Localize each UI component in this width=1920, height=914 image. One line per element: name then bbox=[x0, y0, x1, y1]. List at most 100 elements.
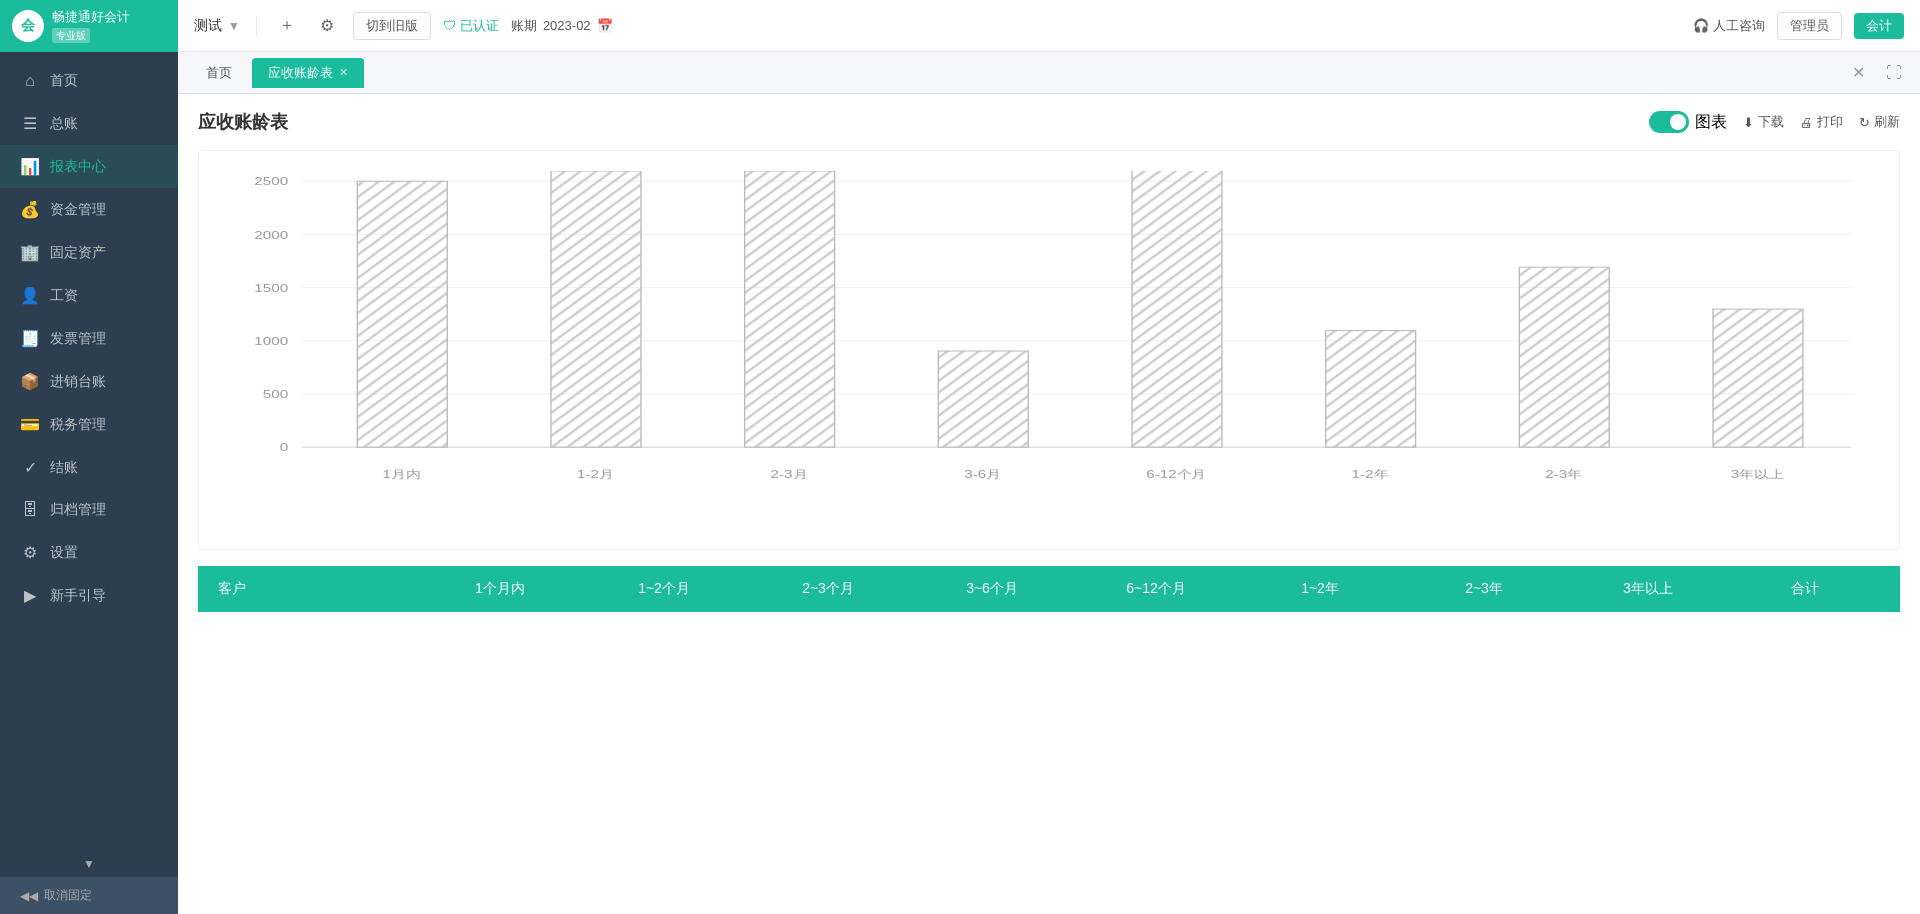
sidebar-scroll-down[interactable]: ▼ bbox=[0, 851, 178, 877]
table-header-5: 6~12个月 bbox=[1074, 580, 1238, 598]
switch-old-version-button[interactable]: 切到旧版 bbox=[353, 12, 431, 40]
svg-text:1-2月: 1-2月 bbox=[577, 468, 614, 481]
close-panel-button[interactable]: ✕ bbox=[1844, 59, 1872, 87]
bar-chart-svg: 0 500 1000 1500 2000 2500 bbox=[219, 171, 1879, 529]
page-content: 应收账龄表 图表 ⬇ 下载 🖨 打印 ↻ bbox=[178, 94, 1920, 914]
tab-close-icon[interactable]: ✕ bbox=[339, 66, 348, 79]
nav-icon-guide: ▶ bbox=[20, 586, 40, 605]
table-header-row: 客户1个月内1~2个月2~3个月3~6个月6~12个月1~2年2~3年3年以上合… bbox=[198, 566, 1900, 612]
sidebar-item-settings[interactable]: ⚙设置 bbox=[0, 531, 178, 574]
sidebar-logo: 会 畅捷通好会计 专业版 bbox=[0, 0, 178, 52]
calendar-icon[interactable]: 📅 bbox=[597, 18, 613, 33]
tabs-right-actions: ✕ ⛶ bbox=[1844, 59, 1908, 87]
shield-icon: 🛡 bbox=[443, 18, 456, 33]
sidebar-item-assets[interactable]: 🏢固定资产 bbox=[0, 231, 178, 274]
download-button[interactable]: ⬇ 下载 bbox=[1743, 113, 1784, 131]
consulting-button[interactable]: 🎧 人工咨询 bbox=[1693, 17, 1765, 35]
sidebar-item-tax[interactable]: 💳税务管理 bbox=[0, 403, 178, 446]
nav-label-settings: 设置 bbox=[50, 544, 78, 562]
workspace-chevron-icon: ▼ bbox=[228, 19, 240, 33]
nav-icon-home: ⌂ bbox=[20, 72, 40, 90]
nav-label-ledger: 总账 bbox=[50, 115, 78, 133]
svg-text:3-6月: 3-6月 bbox=[964, 468, 1001, 481]
table-header-3: 2~3个月 bbox=[746, 580, 910, 598]
tab-aging[interactable]: 应收账龄表 ✕ bbox=[252, 58, 364, 88]
table-header-1: 1个月内 bbox=[418, 580, 582, 598]
page-actions: 图表 ⬇ 下载 🖨 打印 ↻ 刷新 bbox=[1649, 111, 1900, 133]
sidebar-item-invoice[interactable]: 🧾发票管理 bbox=[0, 317, 178, 360]
header-divider-1 bbox=[256, 16, 257, 36]
bar-2-3年 bbox=[1519, 267, 1609, 447]
role-button[interactable]: 会计 bbox=[1854, 13, 1904, 39]
nav-label-home: 首页 bbox=[50, 72, 78, 90]
chart-toggle-area: 图表 bbox=[1649, 111, 1727, 133]
table-header-6: 1~2年 bbox=[1238, 580, 1402, 598]
chart-container: 0 500 1000 1500 2000 2500 bbox=[198, 150, 1900, 550]
cancel-fixed-button[interactable]: ◀◀ 取消固定 bbox=[0, 877, 178, 914]
sidebar-nav: ⌂首页☰总账📊报表中心💰资金管理🏢固定资产👤工资🧾发票管理📦进销台账💳税务管理✓… bbox=[0, 52, 178, 851]
workspace-name: 测试 bbox=[194, 17, 222, 35]
svg-text:6-12个月: 6-12个月 bbox=[1146, 468, 1206, 481]
nav-label-settle: 结账 bbox=[50, 459, 78, 477]
bar-1-2月 bbox=[551, 171, 641, 447]
svg-text:1-2年: 1-2年 bbox=[1352, 468, 1389, 481]
bar-6-12月 bbox=[1132, 171, 1222, 447]
nav-icon-reports: 📊 bbox=[20, 157, 40, 176]
workspace-selector[interactable]: 测试 ▼ bbox=[194, 17, 240, 35]
sidebar: 会 畅捷通好会计 专业版 ⌂ 首页 ☰ 总账 📊报表中心 💰 资金管理 🏢固定资产 👤 工资 🧾发票… bbox=[0, 0, 178, 914]
print-button[interactable]: 🖨 打印 bbox=[1800, 113, 1843, 131]
user-button[interactable]: 管理员 bbox=[1777, 12, 1842, 40]
nav-icon-wages: 👤 bbox=[20, 286, 40, 305]
sidebar-item-wages[interactable]: 👤 工资 bbox=[0, 274, 178, 317]
nav-label-capital: 资金管理 bbox=[50, 201, 106, 219]
page-header: 应收账龄表 图表 ⬇ 下载 🖨 打印 ↻ bbox=[198, 110, 1900, 134]
nav-icon-settle: ✓ bbox=[20, 458, 40, 477]
chart-toggle-switch[interactable] bbox=[1649, 111, 1689, 133]
nav-label-tax: 税务管理 bbox=[50, 416, 106, 434]
content-area: 应收账龄表 图表 ⬇ 下载 🖨 打印 ↻ bbox=[178, 94, 1920, 914]
nav-icon-inventory: 📦 bbox=[20, 372, 40, 391]
tabs-bar: 首页 应收账龄表 ✕ ✕ ⛶ bbox=[178, 52, 1920, 94]
sidebar-item-settle[interactable]: ✓ 结账 bbox=[0, 446, 178, 489]
period-value: 2023-02 bbox=[543, 18, 591, 33]
table-header-2: 1~2个月 bbox=[582, 580, 746, 598]
logo-icon: 会 bbox=[12, 10, 44, 42]
settings-button[interactable]: ⚙ bbox=[313, 12, 341, 40]
headset-icon: 🎧 bbox=[1693, 18, 1709, 33]
svg-text:0: 0 bbox=[280, 441, 288, 454]
svg-text:2-3年: 2-3年 bbox=[1545, 468, 1582, 481]
sidebar-item-ledger[interactable]: ☰ 总账 bbox=[0, 102, 178, 145]
bar-3年以上 bbox=[1713, 309, 1803, 447]
sidebar-item-guide[interactable]: ▶新手引导 bbox=[0, 574, 178, 617]
refresh-button[interactable]: ↻ 刷新 bbox=[1859, 113, 1900, 131]
sidebar-item-home[interactable]: ⌂ 首页 bbox=[0, 60, 178, 102]
toggle-label: 图表 bbox=[1695, 112, 1727, 133]
svg-text:2-3月: 2-3月 bbox=[771, 468, 808, 481]
nav-icon-archive: 🗄 bbox=[20, 501, 40, 519]
table-header-9: 合计 bbox=[1730, 580, 1880, 598]
table-header-8: 3年以上 bbox=[1566, 580, 1730, 598]
nav-label-wages: 工资 bbox=[50, 287, 78, 305]
svg-text:2500: 2500 bbox=[254, 175, 288, 188]
sidebar-item-reports[interactable]: 📊报表中心 bbox=[0, 145, 178, 188]
sidebar-item-archive[interactable]: 🗄归档管理 bbox=[0, 489, 178, 531]
period-label: 账期 bbox=[511, 17, 537, 35]
svg-text:1500: 1500 bbox=[254, 282, 288, 295]
table-header-4: 3~6个月 bbox=[910, 580, 1074, 598]
nav-icon-invoice: 🧾 bbox=[20, 329, 40, 348]
sidebar-item-capital[interactable]: 💰 资金管理 bbox=[0, 188, 178, 231]
svg-text:1月内: 1月内 bbox=[383, 468, 421, 481]
sidebar-item-inventory[interactable]: 📦进销台账 bbox=[0, 360, 178, 403]
add-workspace-button[interactable]: ＋ bbox=[273, 12, 301, 40]
header-right: 🎧 人工咨询 管理员 会计 bbox=[1693, 12, 1904, 40]
nav-icon-capital: 💰 bbox=[20, 200, 40, 219]
certified-badge: 🛡 已认证 bbox=[443, 17, 499, 35]
nav-icon-ledger: ☰ bbox=[20, 114, 40, 133]
refresh-icon: ↻ bbox=[1859, 115, 1870, 130]
tab-home[interactable]: 首页 bbox=[190, 58, 248, 88]
logo-text: 畅捷通好会计 专业版 bbox=[52, 9, 130, 44]
expand-panel-button[interactable]: ⛶ bbox=[1880, 59, 1908, 87]
top-header: 测试 ▼ ＋ ⚙ 切到旧版 🛡 已认证 账期 2023-02 📅 🎧 人工咨询 … bbox=[178, 0, 1920, 52]
svg-text:2000: 2000 bbox=[254, 228, 288, 241]
bar-2-3月 bbox=[745, 171, 835, 447]
